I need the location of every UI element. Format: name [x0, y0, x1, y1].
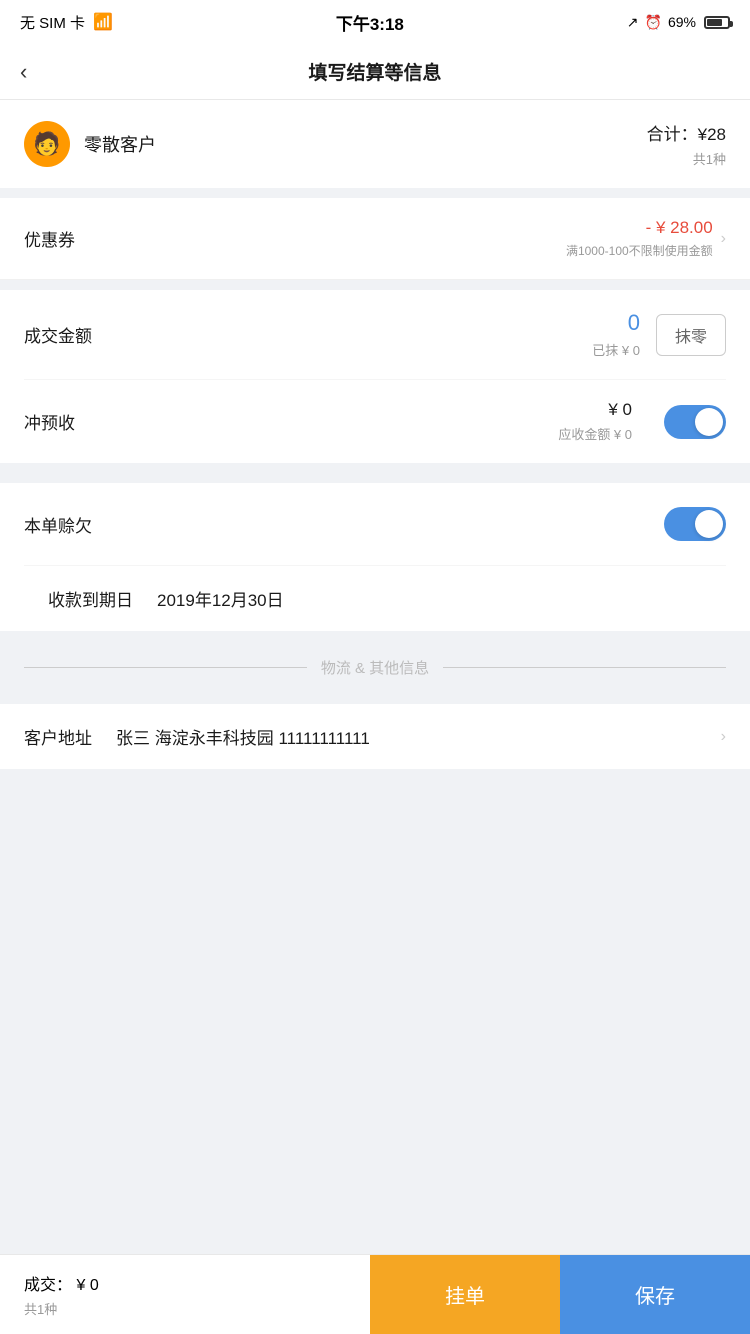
alarm-icon: ⏰ [645, 14, 662, 31]
coupon-label: 优惠券 [24, 226, 75, 251]
section-divider-1 [0, 280, 750, 290]
due-date-value: 2019年12月30日 [157, 586, 284, 611]
transaction-value: 0 [628, 310, 640, 336]
transaction-col: 0 已抹 ¥ 0 [592, 310, 640, 359]
coupon-info: - ¥ 28.00 满1000-100不限制使用金额 [566, 218, 713, 259]
prepayment-label: 冲预收 [24, 409, 75, 434]
prepayment-row-right: ¥ 0 应收金额 ¥ 0 [558, 400, 726, 443]
debt-toggle[interactable] [664, 507, 726, 541]
customer-section: 🧑 零散客户 合计：¥28 共1种 [0, 100, 750, 188]
bottom-bar: 成交： ¥ 0 共1种 挂单 保存 [0, 1254, 750, 1334]
address-section[interactable]: 客户地址 张三 海淀永丰科技园 11111111111 › [0, 704, 750, 769]
address-value: 张三 海淀永丰科技园 11111111111 [116, 724, 721, 749]
debt-label: 本单赊欠 [24, 512, 92, 537]
total-count: 共1种 [647, 149, 726, 168]
logistics-divider: 物流 & 其他信息 [24, 657, 726, 678]
coupon-desc: 满1000-100不限制使用金额 [566, 242, 713, 259]
hang-order-button[interactable]: 挂单 [370, 1255, 560, 1334]
bottom-transaction-line: 成交： ¥ 0 [24, 1271, 346, 1295]
debt-section: 本单赊欠 收款到期日 2019年12月30日 [0, 483, 750, 631]
nav-bar: ‹ 填写结算等信息 [0, 44, 750, 100]
wifi-icon: 📶 [93, 12, 113, 32]
customer-right: 合计：¥28 共1种 [647, 120, 726, 168]
round-zero-button[interactable]: 抹零 [656, 314, 726, 356]
customer-name: 零散客户 [84, 131, 156, 157]
prepayment-row: 冲预收 ¥ 0 应收金额 ¥ 0 [24, 380, 726, 463]
status-left: 无 SIM 卡 📶 [20, 12, 113, 33]
avatar: 🧑 [24, 121, 70, 167]
coupon-amount: - ¥ 28.00 [566, 218, 713, 238]
transaction-row-right: 0 已抹 ¥ 0 抹零 [592, 310, 726, 359]
location-icon: ↗ [627, 14, 639, 31]
customer-left: 🧑 零散客户 [24, 121, 156, 167]
logistics-line-left [24, 667, 307, 668]
section-divider-2 [0, 463, 750, 473]
already-rounded: 已抹 ¥ 0 [592, 340, 640, 359]
prepayment-toggle[interactable] [664, 405, 726, 439]
debt-row: 本单赊欠 [24, 483, 726, 565]
address-chevron-icon: › [721, 728, 726, 746]
coupon-right: - ¥ 28.00 满1000-100不限制使用金额 › [566, 218, 726, 259]
save-button[interactable]: 保存 [560, 1255, 750, 1334]
carrier-text: 无 SIM 卡 [20, 12, 85, 33]
logistics-text: 物流 & 其他信息 [321, 657, 429, 678]
logistics-line-right [443, 667, 726, 668]
status-right: ↗ ⏰ 69% [627, 14, 730, 31]
due-date-row: 收款到期日 2019年12月30日 [48, 586, 702, 611]
total-amount: 合计：¥28 [647, 120, 726, 145]
coupon-section[interactable]: 优惠券 - ¥ 28.00 满1000-100不限制使用金额 › [0, 198, 750, 280]
transaction-label: 成交金额 [24, 322, 92, 347]
prepayment-value-col: ¥ 0 应收金额 ¥ 0 [558, 400, 632, 443]
status-time: 下午3:18 [336, 10, 404, 35]
due-date-label: 收款到期日 [48, 586, 133, 611]
battery-icon [704, 16, 730, 29]
empty-space [0, 769, 750, 969]
prepayment-receivable: 应收金额 ¥ 0 [558, 424, 632, 443]
status-bar: 无 SIM 卡 📶 下午3:18 ↗ ⏰ 69% [0, 0, 750, 44]
chevron-right-icon: › [721, 230, 726, 248]
transaction-row: 成交金额 0 已抹 ¥ 0 抹零 [24, 290, 726, 380]
bottom-summary: 成交： ¥ 0 共1种 [0, 1271, 370, 1318]
due-date-section: 收款到期日 2019年12月30日 [24, 565, 726, 631]
bottom-transaction-label: 成交： [24, 1277, 72, 1294]
nav-title: 填写结算等信息 [308, 58, 441, 85]
bottom-count: 共1种 [24, 1299, 346, 1318]
back-button[interactable]: ‹ [20, 59, 27, 85]
prepayment-amount: ¥ 0 [558, 400, 632, 420]
logistics-section: 物流 & 其他信息 [0, 641, 750, 694]
transaction-section: 成交金额 0 已抹 ¥ 0 抹零 冲预收 ¥ 0 应收金额 ¥ 0 [0, 290, 750, 463]
address-label: 客户地址 [24, 724, 92, 749]
bottom-transaction-value: ¥ 0 [76, 1277, 98, 1294]
battery-percent: 69% [668, 14, 696, 30]
